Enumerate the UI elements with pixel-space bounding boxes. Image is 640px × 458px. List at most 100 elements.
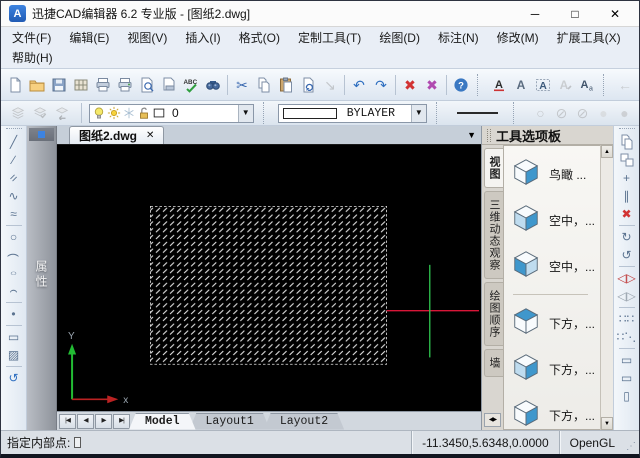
properties-panel-collapsed[interactable]: 属性	[27, 126, 57, 430]
rotate-ref-button[interactable]: ↺	[616, 246, 638, 264]
hatch-region[interactable]	[150, 205, 387, 365]
multiline-text-button[interactable]: A	[532, 73, 554, 97]
menu-item[interactable]: 编辑(E)	[60, 28, 118, 48]
menu-item[interactable]: 扩展工具(X)	[548, 28, 630, 48]
quick-print-button[interactable]	[114, 73, 136, 97]
ellipse-button[interactable]: ○	[3, 264, 25, 282]
menu-item[interactable]: 插入(I)	[176, 28, 229, 48]
palette-tab-绘图顺序[interactable]: 绘图顺序	[484, 282, 503, 346]
move-button[interactable]: +	[616, 169, 638, 187]
menu-item[interactable]: 视图(V)	[118, 28, 176, 48]
scroll-down-button[interactable]: ▼	[601, 417, 613, 430]
menu-item[interactable]: 修改(M)	[488, 28, 548, 48]
maximize-button[interactable]: □	[555, 2, 595, 26]
double-line-button[interactable]: =	[3, 169, 25, 187]
palette-tab-墙[interactable]: 墙	[484, 349, 503, 377]
palette-item[interactable]: 鸟瞰 ...	[511, 151, 598, 197]
construction-line-button[interactable]: ∕	[3, 151, 25, 169]
tab-next-button[interactable]: ▶	[95, 413, 112, 429]
layout-tab-layout1[interactable]: Layout1	[190, 413, 270, 430]
scale-text-button[interactable]: Aa	[576, 73, 598, 97]
palette-item[interactable]: 下方，...	[511, 346, 598, 392]
offset-button[interactable]: ∥	[616, 187, 638, 205]
hatch-button[interactable]: ▨	[3, 346, 25, 364]
renderer-display[interactable]: OpenGL	[558, 431, 625, 454]
purge-button[interactable]: ✖	[421, 73, 443, 97]
find-button[interactable]	[202, 73, 224, 97]
menu-item[interactable]: 定制工具(T)	[289, 28, 370, 48]
copy-base-button[interactable]	[616, 151, 638, 169]
palette-item[interactable]: 空中，...	[511, 197, 598, 243]
ellipse-arc-button[interactable]: (	[3, 282, 25, 300]
menu-item[interactable]: 标注(N)	[429, 28, 488, 48]
palette-tab-视图[interactable]: 视图	[484, 148, 503, 188]
paste-button[interactable]	[275, 73, 297, 97]
erase-button[interactable]: ✖	[616, 205, 638, 223]
menu-item[interactable]: 绘图(D)	[370, 28, 429, 48]
color-combo-arrow[interactable]: ▼	[410, 104, 426, 122]
palette-splitter[interactable]: ◀▶	[484, 413, 501, 427]
document-tab[interactable]: 图纸2.dwg ✕	[69, 126, 165, 144]
scroll-up-button[interactable]: ▲	[601, 145, 613, 158]
undo-button[interactable]: ↶	[348, 73, 370, 97]
palette-item[interactable]: 下方，...	[511, 392, 598, 429]
help-button[interactable]: ?	[450, 73, 472, 97]
polyline-button[interactable]: ∿	[3, 187, 25, 205]
rectangle-button[interactable]: ▭	[3, 328, 25, 346]
array-button[interactable]: ∷∷	[616, 310, 638, 328]
page-setup-button[interactable]	[158, 73, 180, 97]
new-file-button[interactable]	[4, 73, 26, 97]
save-button[interactable]	[48, 73, 70, 97]
palette-item[interactable]: 空中，...	[511, 243, 598, 289]
copy-button[interactable]	[253, 73, 275, 97]
properties-panel-label[interactable]: 属性	[33, 260, 50, 290]
circle-button[interactable]: ○	[3, 228, 25, 246]
print-preview-button[interactable]	[136, 73, 158, 97]
scrollbar-track[interactable]	[601, 158, 613, 417]
text-style-button[interactable]: A	[488, 73, 510, 97]
close-button[interactable]: ✕	[595, 2, 635, 26]
minimize-button[interactable]: ─	[515, 2, 555, 26]
copy-button[interactable]	[616, 133, 638, 151]
region-button[interactable]: ↺	[3, 369, 25, 387]
tab-first-button[interactable]: |◀	[59, 413, 76, 429]
paste-special-button[interactable]	[297, 73, 319, 97]
single-line-text-button[interactable]: A	[510, 73, 532, 97]
array-path-button[interactable]: ∷⋱	[616, 328, 638, 346]
delete-button[interactable]: ✖	[399, 73, 421, 97]
drawing-canvas[interactable]: Y x	[57, 145, 481, 411]
menu-item[interactable]: 文件(F)	[3, 28, 60, 48]
save-as-button[interactable]	[70, 73, 92, 97]
rotate-button[interactable]: ↻	[616, 228, 638, 246]
tool-palette-header[interactable]: 工具选项板	[482, 126, 613, 145]
lineweight-sample[interactable]	[456, 112, 498, 114]
spell-check-button[interactable]: ABC	[180, 73, 202, 97]
spline-button[interactable]: ≈	[3, 205, 25, 223]
palette-tab-三维动态观察[interactable]: 三维动态观察	[484, 191, 503, 279]
layout-tab-layout2[interactable]: Layout2	[264, 413, 344, 430]
mirror-button[interactable]: ◁▷	[616, 269, 638, 287]
tab-last-button[interactable]: ▶|	[113, 413, 130, 429]
layer-combo[interactable]: 0 ▼	[89, 103, 254, 123]
menu-item[interactable]: 窗口(W)	[630, 28, 640, 48]
tab-close-icon[interactable]: ✕	[146, 130, 154, 141]
scale-button[interactable]: ▭	[616, 351, 638, 369]
tab-prev-button[interactable]: ◀	[77, 413, 94, 429]
tab-list-button[interactable]: ▼	[467, 130, 476, 140]
layer-combo-arrow[interactable]: ▼	[237, 104, 253, 122]
color-combo[interactable]: BYLAYER ▼	[277, 103, 427, 123]
command-prompt[interactable]: 指定内部点:	[7, 434, 82, 451]
menu-item[interactable]: 帮助(H)	[3, 48, 62, 68]
layout-tab-model[interactable]: Model	[129, 413, 196, 430]
arc-button[interactable]: (	[3, 246, 25, 264]
palette-scrollbar[interactable]: ▲ ▼	[600, 145, 613, 430]
print-button[interactable]	[92, 73, 114, 97]
mirror-gray-button[interactable]: ◁▷	[616, 287, 638, 305]
point-button[interactable]: •	[3, 305, 25, 323]
line-button[interactable]: ╱	[3, 133, 25, 151]
cut-button[interactable]: ✂	[231, 73, 253, 97]
resize-grip-icon[interactable]: ⋰	[625, 431, 639, 454]
palette-item[interactable]: 下方，...	[511, 300, 598, 346]
trim-button[interactable]: ▯	[616, 387, 638, 405]
menu-item[interactable]: 格式(O)	[230, 28, 289, 48]
